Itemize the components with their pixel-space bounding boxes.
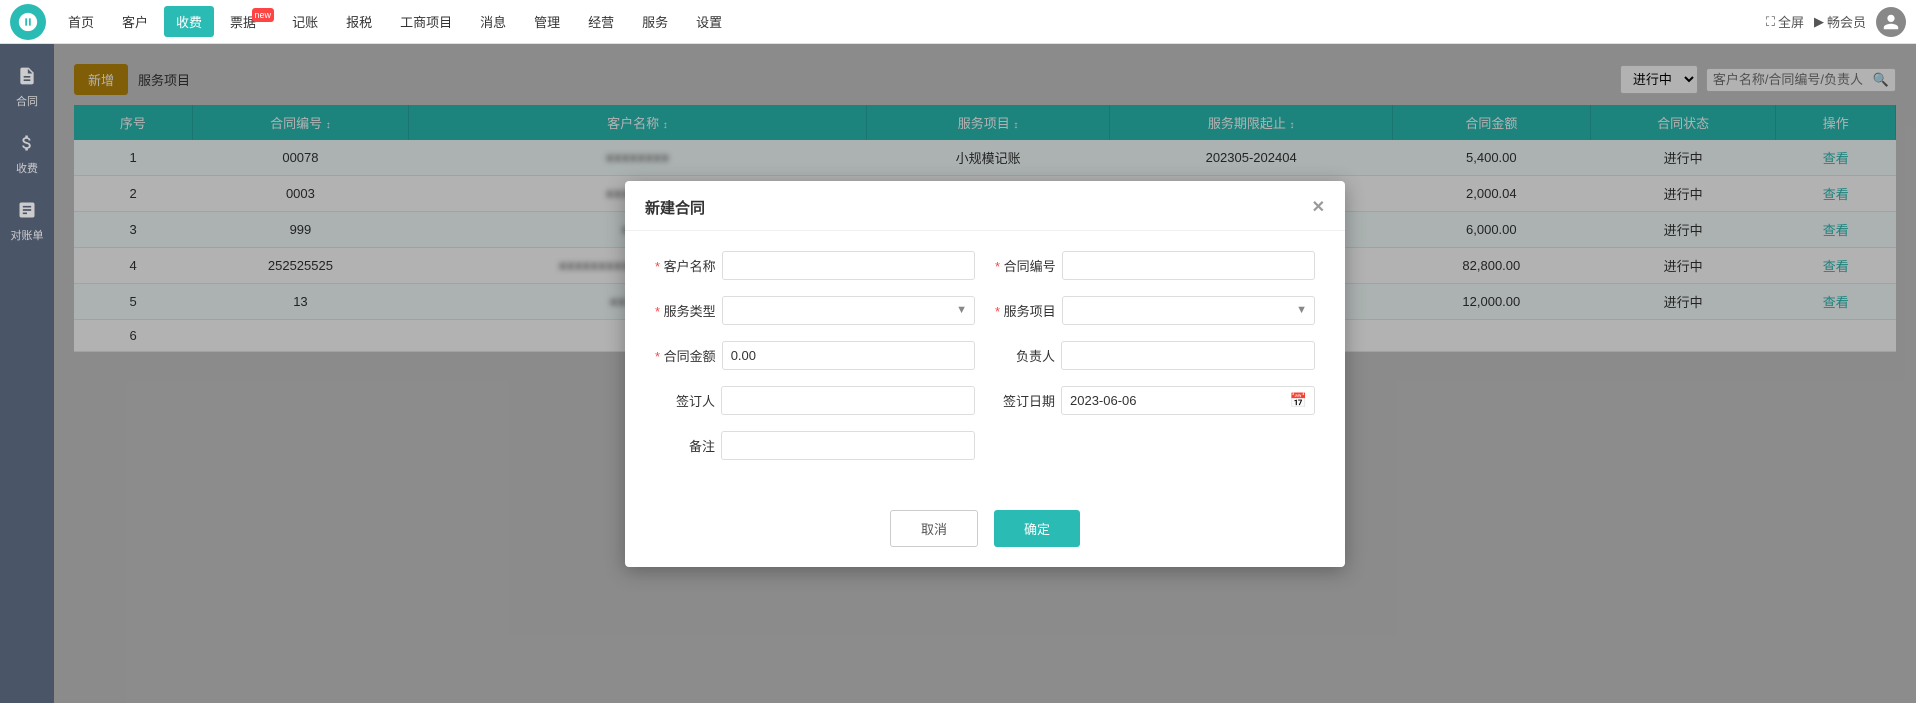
label-service-item: 服务项目 [995,301,1056,320]
form-row-3: 合同金额 负责人 [655,341,1315,370]
nav-message[interactable]: 消息 [468,6,518,37]
label-contract-amount: 合同金额 [655,346,716,365]
modal-overlay: 新建合同 ✕ 客户名称 合同编号 [54,44,1916,703]
date-input-wrapper: 📅 [1061,386,1315,415]
form-row-4: 签订人 签订日期 📅 [655,386,1315,415]
service-item-wrapper: ▼ [1062,296,1315,325]
nav-manage[interactable]: 管理 [522,6,572,37]
input-remark[interactable] [721,431,975,460]
cancel-button[interactable]: 取消 [890,510,978,547]
nav-tax[interactable]: 报税 [334,6,384,37]
label-sign-date: 签订日期 [995,391,1055,410]
nav-record[interactable]: 记账 [280,6,330,37]
input-responsible[interactable] [1061,341,1315,370]
avatar[interactable] [1876,7,1906,37]
select-service-type[interactable] [722,296,975,325]
label-contract-code: 合同编号 [995,256,1056,275]
form-group-sign-date: 签订日期 📅 [995,386,1315,415]
nav-right: ⛶ 全屏 ▶ 畅会员 [1766,7,1906,37]
sidebar: 合同 收费 对账单 [0,44,54,703]
label-customer-name: 客户名称 [655,256,716,275]
fullscreen-button[interactable]: ⛶ 全屏 [1766,12,1804,31]
nav-home[interactable]: 首页 [56,6,106,37]
form-row-5: 备注 [655,431,1315,460]
nav-items: 首页 客户 收费 票据 new 记账 报税 工商项目 消息 管理 经营 服务 设… [56,6,1766,37]
label-signatory: 签订人 [655,391,715,410]
main-layout: 合同 收费 对账单 新增 服务项目 进行中 已完成 全部 [0,44,1916,703]
input-sign-date[interactable] [1061,386,1315,415]
input-signatory[interactable] [721,386,975,415]
play-icon: ▶ [1814,14,1824,30]
sidebar-label-contract: 合同 [16,93,38,109]
nav-operation[interactable]: 经营 [576,6,626,37]
top-navigation: 首页 客户 收费 票据 new 记账 报税 工商项目 消息 管理 经营 服务 设… [0,0,1916,44]
fullscreen-icon: ⛶ [1766,14,1775,30]
contract-icon [17,66,37,89]
modal-close-button[interactable]: ✕ [1312,197,1325,217]
modal-footer: 取消 确定 [625,496,1345,567]
statement-icon [17,200,37,223]
content-area: 新增 服务项目 进行中 已完成 全部 🔍 序号 合同编号 ↕ [54,44,1916,703]
service-type-wrapper: ▼ [722,296,975,325]
form-group-amount: 合同金额 [655,341,975,370]
label-remark: 备注 [655,436,715,455]
sidebar-item-statement[interactable]: 对账单 [0,188,54,255]
form-group-customer: 客户名称 [655,251,975,280]
select-service-item[interactable] [1062,296,1315,325]
nav-settings[interactable]: 设置 [684,6,734,37]
form-group-contract-code: 合同编号 [995,251,1315,280]
nav-customer[interactable]: 客户 [110,6,160,37]
app-logo [10,4,46,40]
nav-invoice[interactable]: 收费 [164,6,214,37]
form-group-service-item: 服务项目 ▼ [995,296,1315,325]
modal-header: 新建合同 ✕ [625,181,1345,231]
label-service-type: 服务类型 [655,301,716,320]
form-row-1: 客户名称 合同编号 [655,251,1315,280]
new-badge: new [252,8,275,22]
modal-body: 客户名称 合同编号 服务类型 [625,231,1345,496]
sidebar-item-billing[interactable]: 收费 [0,121,54,188]
nav-ticket[interactable]: 票据 new [218,6,276,37]
form-group-responsible: 负责人 [995,341,1315,370]
label-responsible: 负责人 [995,346,1055,365]
confirm-button[interactable]: 确定 [994,510,1080,547]
sidebar-item-contract[interactable]: 合同 [0,54,54,121]
modal-title: 新建合同 [645,197,705,218]
form-row-2: 服务类型 ▼ 服务项目 [655,296,1315,325]
nav-business[interactable]: 工商项目 [388,6,464,37]
nav-service[interactable]: 服务 [630,6,680,37]
new-contract-modal: 新建合同 ✕ 客户名称 合同编号 [625,181,1345,567]
billing-icon [17,133,37,156]
form-group-remark: 备注 [655,431,975,460]
input-contract-amount[interactable] [722,341,975,370]
form-group-service-type: 服务类型 ▼ [655,296,975,325]
input-contract-code[interactable] [1062,251,1315,280]
input-customer-name[interactable] [722,251,975,280]
calendar-icon[interactable]: 📅 [1290,392,1307,409]
sidebar-label-billing: 收费 [16,160,38,176]
sidebar-label-statement: 对账单 [11,227,44,243]
form-group-signatory: 签订人 [655,386,975,415]
vip-button[interactable]: ▶ 畅会员 [1814,12,1866,31]
